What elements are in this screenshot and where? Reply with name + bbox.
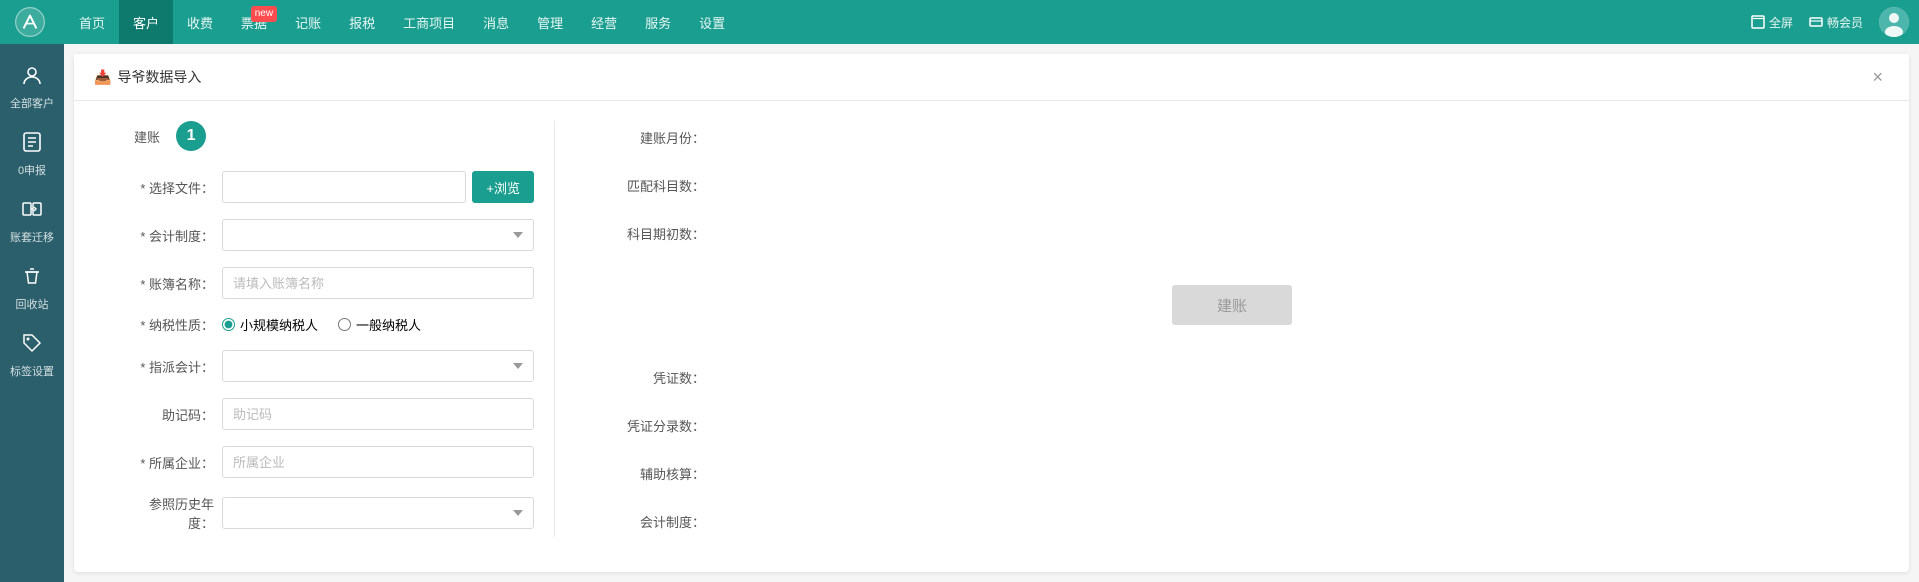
nav-business[interactable]: 工商项目 xyxy=(389,0,469,44)
assign-accountant-label: * 指派会计： xyxy=(134,357,214,376)
nav-tax[interactable]: 报税 xyxy=(335,0,389,44)
dialog-header: 📥 导爷数据导入 × xyxy=(74,54,1909,101)
app-logo xyxy=(10,2,50,42)
tax-radio-group: 小规模纳税人 一般纳税人 xyxy=(222,315,421,334)
info-aux-label: 辅助核算： xyxy=(615,464,705,483)
info-accounting-system-label: 会计制度： xyxy=(615,512,705,531)
nav-manage[interactable]: 管理 xyxy=(523,0,577,44)
tax-small-label: 小规模纳税人 xyxy=(240,315,318,334)
assign-accountant-row: * 指派会计： xyxy=(134,350,534,382)
history-year-label: 参照历史年度： xyxy=(134,494,214,532)
recycle-icon xyxy=(21,265,43,292)
info-voucher-records-label: 凭证分录数： xyxy=(615,416,705,435)
sidebar-item-zero-report[interactable]: 0申报 xyxy=(0,121,64,188)
user-avatar[interactable] xyxy=(1879,7,1909,37)
info-match-row: 匹配科目数： xyxy=(615,169,1849,201)
form-wrapper: 建账 1 * 选择文件： +浏览 xyxy=(134,121,1849,537)
step-indicator: 建账 1 xyxy=(134,121,206,151)
info-match-label: 匹配科目数： xyxy=(615,176,705,195)
file-row: * 选择文件： +浏览 xyxy=(134,171,534,203)
accounting-system-label: * 会计制度： xyxy=(134,226,214,245)
new-badge: new xyxy=(251,6,277,22)
ledger-name-input[interactable] xyxy=(222,267,534,299)
memo-input[interactable] xyxy=(222,398,534,430)
dialog-container: 📥 导爷数据导入 × 建账 1 xyxy=(74,54,1909,572)
tag-settings-icon xyxy=(21,332,43,359)
zero-report-icon xyxy=(21,131,43,158)
step-label: 建账 xyxy=(134,127,160,146)
nav-message[interactable]: 消息 xyxy=(469,0,523,44)
main-content: 📥 导爷数据导入 × 建账 1 xyxy=(64,44,1919,582)
nav-operation[interactable]: 经营 xyxy=(577,0,631,44)
sidebar-item-all-clients[interactable]: 全部客户 xyxy=(0,54,64,121)
memo-label: 助记码： xyxy=(134,405,214,424)
accounting-system-select[interactable] xyxy=(222,219,534,251)
build-account-button[interactable]: 建账 xyxy=(1172,285,1292,325)
file-label: * 选择文件： xyxy=(134,178,214,197)
history-year-row: 参照历史年度： xyxy=(134,494,534,532)
file-input[interactable] xyxy=(222,171,466,203)
vip-btn[interactable]: 畅会员 xyxy=(1809,14,1863,31)
nav-fee[interactable]: 收费 xyxy=(173,0,227,44)
sidebar-item-migration[interactable]: 账套迁移 xyxy=(0,188,64,255)
radio-general-taxpayer[interactable]: 一般纳税人 xyxy=(338,315,421,334)
nav-invoice[interactable]: 票据 new xyxy=(227,0,281,44)
vertical-divider xyxy=(554,121,555,537)
form-right: 建账月份： 匹配科目数： 科目期初数： 建 xyxy=(575,121,1849,537)
info-accounting-system-row: 会计制度： xyxy=(615,505,1849,537)
close-button[interactable]: × xyxy=(1866,66,1889,88)
migration-icon xyxy=(21,198,43,225)
sidebar: 全部客户 0申报 账套迁移 xyxy=(0,44,64,582)
nav-client[interactable]: 客户 xyxy=(119,0,173,44)
sidebar-item-recycle[interactable]: 回收站 xyxy=(0,255,64,322)
all-clients-icon xyxy=(21,64,43,91)
tax-general-label: 一般纳税人 xyxy=(356,315,421,334)
info-subject-init-row: 科目期初数： xyxy=(615,217,1849,249)
radio-small-taxpayer[interactable]: 小规模纳税人 xyxy=(222,315,318,334)
accounting-system-row: * 会计制度： xyxy=(134,219,534,251)
tax-type-label: * 纳税性质： xyxy=(134,315,214,334)
company-input[interactable] xyxy=(222,446,534,478)
step-circle: 1 xyxy=(176,121,206,151)
form-section: * 选择文件： +浏览 * 会计制度： xyxy=(134,171,534,532)
assign-accountant-select[interactable] xyxy=(222,350,534,382)
build-btn-area: 建账 xyxy=(615,265,1849,345)
info-voucher-records-row: 凭证分录数： xyxy=(615,409,1849,441)
form-left: 建账 1 * 选择文件： +浏览 xyxy=(134,121,534,537)
nav-home[interactable]: 首页 xyxy=(65,0,119,44)
info-voucher-row: 凭证数： xyxy=(615,361,1849,393)
nav-settings[interactable]: 设置 xyxy=(685,0,739,44)
dialog-body: 建账 1 * 选择文件： +浏览 xyxy=(74,101,1909,557)
top-navigation: 首页 客户 收费 票据 new 记账 报税 工商项目 消息 管理 经营 服务 设… xyxy=(0,0,1919,44)
sidebar-item-tag-settings[interactable]: 标签设置 xyxy=(0,322,64,389)
app-body: 全部客户 0申报 账套迁移 xyxy=(0,44,1919,582)
tax-type-row: * 纳税性质： 小规模纳税人 一般纳税人 xyxy=(134,315,534,334)
nav-bookkeeping[interactable]: 记账 xyxy=(281,0,335,44)
company-row: * 所属企业： xyxy=(134,446,534,478)
info-subject-init-label: 科目期初数： xyxy=(615,224,705,243)
dialog-title: 📥 导爷数据导入 xyxy=(94,67,201,87)
memo-row: 助记码： xyxy=(134,398,534,430)
fullscreen-btn[interactable]: 全屏 xyxy=(1751,14,1793,31)
radio-general-taxpayer-input[interactable] xyxy=(338,318,351,331)
info-month-row: 建账月份： xyxy=(615,121,1849,153)
ledger-name-row: * 账簿名称： xyxy=(134,267,534,299)
info-month-label: 建账月份： xyxy=(615,128,705,147)
ledger-name-label: * 账簿名称： xyxy=(134,274,214,293)
dialog-title-icon: 📥 xyxy=(94,69,111,86)
browse-button[interactable]: +浏览 xyxy=(472,171,534,203)
history-year-select[interactable] xyxy=(222,497,534,529)
file-input-group: +浏览 xyxy=(222,171,534,203)
dialog-title-text: 导爷数据导入 xyxy=(117,67,201,87)
nav-service[interactable]: 服务 xyxy=(631,0,685,44)
info-aux-row: 辅助核算： xyxy=(615,457,1849,489)
info-voucher-label: 凭证数： xyxy=(615,368,705,387)
top-nav-right: 全屏 畅会员 xyxy=(1751,7,1909,37)
company-label: * 所属企业： xyxy=(134,453,214,472)
radio-small-taxpayer-input[interactable] xyxy=(222,318,235,331)
